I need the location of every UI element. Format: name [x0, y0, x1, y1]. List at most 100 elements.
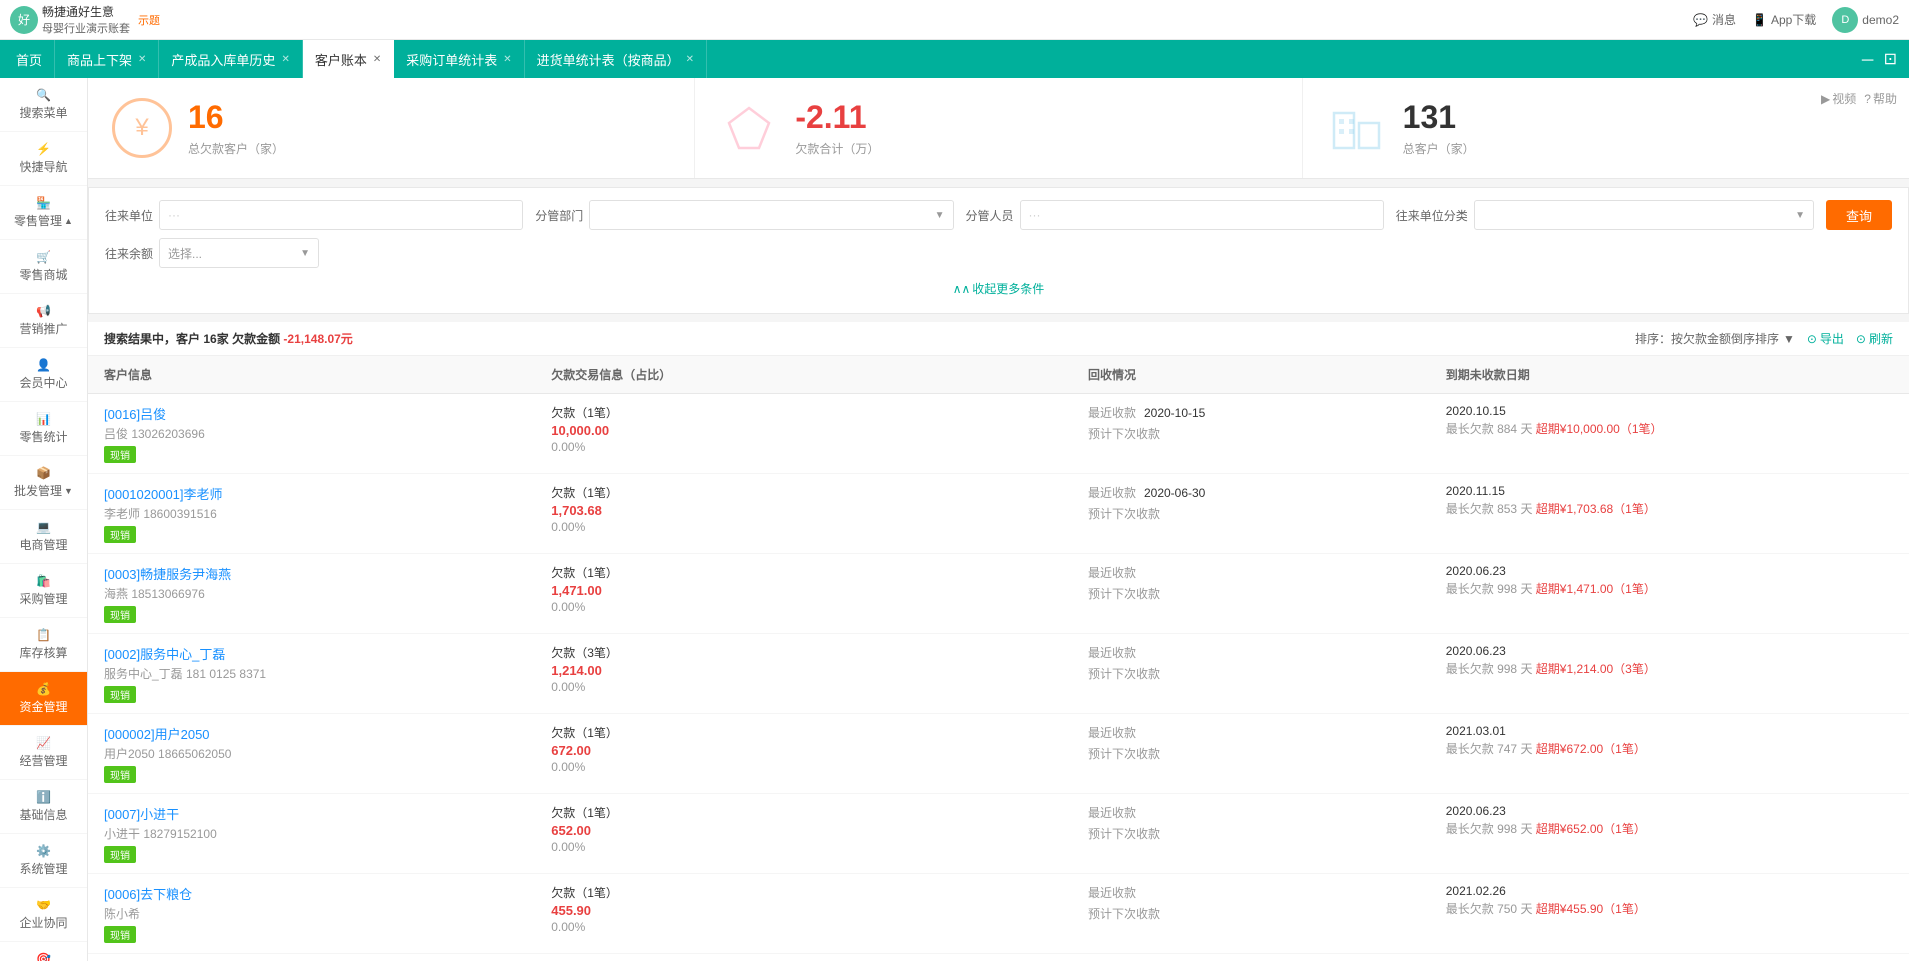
- balance-select[interactable]: 选择... ▼: [159, 238, 319, 268]
- video-link[interactable]: ▶ 视频: [1821, 90, 1856, 107]
- customer-info-0: [0016]吕俊 吕俊 13026203696 现销: [104, 404, 551, 463]
- stats-row: ¥ 16 总欠款客户（家） -2.11 欠款合计（万）: [88, 78, 1909, 179]
- dept-label: 分管部门: [535, 207, 583, 224]
- logo-text: 畅捷通好生意 母婴行业演示账套: [42, 3, 130, 36]
- message-button[interactable]: 💬 消息: [1693, 11, 1736, 28]
- stat-card-debt-customers: ¥ 16 总欠款客户（家）: [88, 78, 695, 178]
- results-bar: 搜索结果中，客户 16家 欠款金额 -21,148.07元 排序：按欠款金额倒序…: [88, 322, 1909, 356]
- sidebar-item-system[interactable]: ⚙️ 系统管理: [0, 834, 87, 888]
- tab-product-listing[interactable]: 商品上下架 ✕: [55, 40, 159, 78]
- building-icon: [1327, 98, 1387, 158]
- sort-button[interactable]: 排序：按欠款金额倒序排序 ▼: [1635, 330, 1795, 347]
- recovery-info-1: 最近收款 2020-06-30 预计下次收款: [1088, 484, 1446, 522]
- sidebar-item-retail-stats[interactable]: 📊 零售统计: [0, 402, 87, 456]
- logo-icon: 好: [10, 6, 38, 34]
- source-unit-input[interactable]: ···: [159, 200, 523, 230]
- table-row: [0002]服务中心_丁磊 服务中心_丁磊 181 0125 8371 现销 欠…: [88, 634, 1909, 714]
- collapse-button[interactable]: ∧∧ 收起更多条件: [953, 280, 1045, 297]
- debt-amount-3[interactable]: 1,214.00: [551, 663, 1088, 678]
- gear-icon: ⚙️: [36, 844, 51, 858]
- debt-amount-4[interactable]: 672.00: [551, 743, 1088, 758]
- tab-home[interactable]: 首页: [4, 40, 55, 78]
- sidebar-item-ecommerce[interactable]: 💻 电商管理: [0, 510, 87, 564]
- sidebar-item-finance[interactable]: 💰 资金管理: [0, 672, 87, 726]
- close-icon[interactable]: ✕: [138, 54, 146, 65]
- message-icon: 💬: [1693, 13, 1708, 27]
- close-icon[interactable]: ✕: [281, 54, 289, 65]
- customer-name-5[interactable]: [0007]小进干: [104, 804, 551, 823]
- sidebar-item-purchase[interactable]: 🛍️ 采购管理: [0, 564, 87, 618]
- tab-purchase-stats[interactable]: 采购订单统计表 ✕: [394, 40, 524, 78]
- close-icon[interactable]: ✕: [373, 54, 381, 65]
- debt-amount-1[interactable]: 1,703.68: [551, 503, 1088, 518]
- recovery-info-6: 最近收款 预计下次收款: [1088, 884, 1446, 922]
- box-icon: 📦: [36, 466, 51, 480]
- sidebar-item-operations[interactable]: 📈 经营管理: [0, 726, 87, 780]
- table-row: [0001020001]李老师 李老师 18600391516 现销 欠款（1笔…: [88, 474, 1909, 554]
- manager-input[interactable]: ···: [1020, 200, 1384, 230]
- debt-amount-6[interactable]: 455.90: [551, 903, 1088, 918]
- results-actions: 排序：按欠款金额倒序排序 ▼ ⊙ 导出 ⊙ 刷新: [1635, 330, 1893, 347]
- shopping-icon: 🛍️: [36, 574, 51, 588]
- sidebar-item-marketing[interactable]: 📢 营销推广: [0, 294, 87, 348]
- export-button[interactable]: ⊙ 导出: [1807, 330, 1844, 347]
- customer-name-6[interactable]: [0006]去下粮仓: [104, 884, 551, 903]
- debt-amount-5[interactable]: 652.00: [551, 823, 1088, 838]
- query-button[interactable]: 查询: [1826, 200, 1892, 230]
- overdue-link-1[interactable]: 超期¥1,703.68（1笔）: [1536, 502, 1656, 516]
- dept-select[interactable]: ▼: [589, 200, 953, 230]
- sidebar-item-retail-mall[interactable]: 🛒 零售商城: [0, 240, 87, 294]
- table-row: [000002]用户2050 用户2050 18665062050 现销 欠款（…: [88, 714, 1909, 794]
- collapse-row: ∧∧ 收起更多条件: [105, 276, 1892, 301]
- overdue-link-4[interactable]: 超期¥672.00（1笔）: [1536, 742, 1646, 756]
- customer-info-1: [0001020001]李老师 李老师 18600391516 现销: [104, 484, 551, 543]
- customer-tag-0: 现销: [104, 446, 136, 463]
- sidebar-item-collab[interactable]: 🤝 企业协同: [0, 888, 87, 942]
- header-debt: 欠款交易信息（占比）: [551, 366, 1088, 383]
- overdue-link-0[interactable]: 超期¥10,000.00（1笔）: [1536, 422, 1663, 436]
- overdue-link-3[interactable]: 超期¥1,214.00（3笔）: [1536, 662, 1656, 676]
- help-icon: ?: [1864, 92, 1871, 106]
- refresh-button[interactable]: ⊙ 刷新: [1856, 330, 1893, 347]
- overdue-link-6[interactable]: 超期¥455.90（1笔）: [1536, 902, 1646, 916]
- close-icon[interactable]: ✕: [686, 54, 694, 65]
- trend-icon: 📈: [36, 736, 51, 750]
- close-icon[interactable]: ✕: [503, 54, 511, 65]
- sidebar-item-quick-nav[interactable]: ⚡ 快捷导航: [0, 132, 87, 186]
- stat-debt-details: 16 总欠款客户（家）: [188, 99, 284, 157]
- customer-name-0[interactable]: [0016]吕俊: [104, 404, 551, 423]
- balance-label: 往来余额: [105, 245, 153, 262]
- sidebar-item-retail-mgmt[interactable]: 🏪 零售管理 ▲: [0, 186, 87, 240]
- sidebar-item-wholesale[interactable]: 📦 批发管理 ▼: [0, 456, 87, 510]
- sidebar-item-members[interactable]: 👤 会员中心: [0, 348, 87, 402]
- sidebar-item-basic-info[interactable]: ℹ️ 基础信息: [0, 780, 87, 834]
- customer-name-1[interactable]: [0001020001]李老师: [104, 484, 551, 503]
- customer-name-2[interactable]: [0003]畅捷服务尹海燕: [104, 564, 551, 583]
- overdue-link-2[interactable]: 超期¥1,471.00（1笔）: [1536, 582, 1656, 596]
- debt-amount-0[interactable]: 10,000.00: [551, 423, 1088, 438]
- top-bar-right: 💬 消息 📱 App下载 D demo2: [1693, 7, 1899, 33]
- customer-name-4[interactable]: [000002]用户2050: [104, 724, 551, 743]
- debt-customer-count: 16: [188, 99, 284, 136]
- recovery-info-4: 最近收款 预计下次收款: [1088, 724, 1446, 762]
- user-menu[interactable]: D demo2: [1832, 7, 1899, 33]
- nav-maximize[interactable]: ⊡: [1884, 49, 1897, 69]
- unit-category-select[interactable]: ▼: [1474, 200, 1814, 230]
- debt-percent-0: 0.00%: [551, 440, 1088, 454]
- debt-info-4: 欠款（1笔） 672.00 0.00%: [551, 724, 1088, 774]
- tab-inventory-history[interactable]: 产成品入库单历史 ✕: [159, 40, 302, 78]
- nav-minimize[interactable]: －: [1860, 47, 1876, 71]
- overdue-link-5[interactable]: 超期¥652.00（1笔）: [1536, 822, 1646, 836]
- table-row: [0016]吕俊 吕俊 13026203696 现销 欠款（1笔） 10,000…: [88, 394, 1909, 474]
- sidebar-item-guide[interactable]: 🎯 新手引导: [0, 942, 87, 961]
- sidebar-item-search[interactable]: 🔍 搜索菜单: [0, 78, 87, 132]
- demo-link[interactable]: 示题: [138, 12, 160, 28]
- customer-name-3[interactable]: [0002]服务中心_丁磊: [104, 644, 551, 663]
- debt-amount-2[interactable]: 1,471.00: [551, 583, 1088, 598]
- tab-customer-ledger[interactable]: 客户账本 ✕: [303, 40, 394, 78]
- tab-inbound-stats[interactable]: 进货单统计表（按商品） ✕: [525, 40, 707, 78]
- refresh-icon: ⊙: [1856, 332, 1866, 346]
- help-link[interactable]: ? 帮助: [1864, 90, 1897, 107]
- sidebar-item-inventory[interactable]: 📋 库存核算: [0, 618, 87, 672]
- app-download-button[interactable]: 📱 App下载: [1752, 11, 1816, 28]
